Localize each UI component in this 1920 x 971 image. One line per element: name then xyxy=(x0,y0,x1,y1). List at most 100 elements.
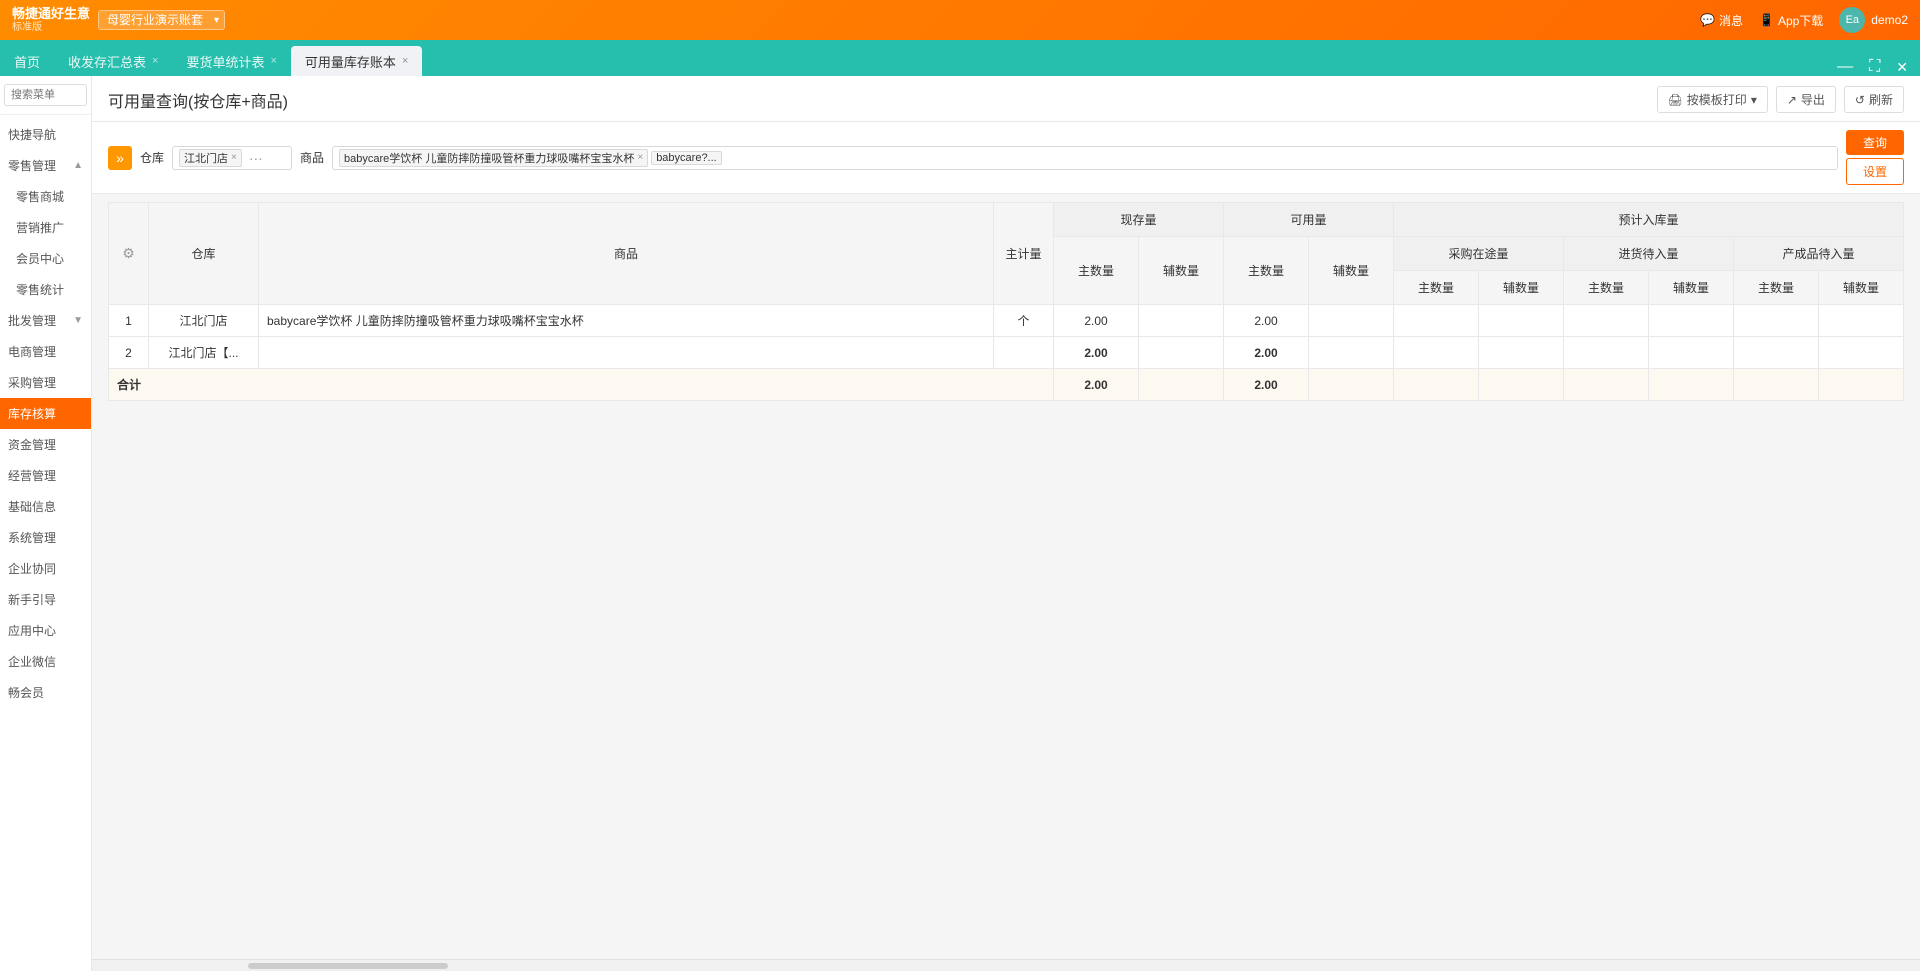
tab-summary-label: 收发存汇总表 xyxy=(68,52,146,71)
warehouse-more-btn[interactable]: ··· xyxy=(245,150,267,166)
horizontal-scrollbar[interactable] xyxy=(248,963,448,969)
th-purchase-group: 采购在途量 xyxy=(1394,237,1564,271)
page-actions: 🖨 按模板打印 ▾ ↗ 导出 ↺ 刷新 xyxy=(1657,86,1904,113)
th-current-aux: 辅数量 xyxy=(1139,237,1224,305)
sidebar-item-wechat[interactable]: 企业微信 xyxy=(0,646,91,677)
tab-order-stats-label: 要货单统计表 xyxy=(186,52,264,71)
sidebar-item-tutorial[interactable]: 新手引导 xyxy=(0,584,91,615)
cell-cur-aux-1 xyxy=(1139,305,1224,337)
cell-inc-main-1 xyxy=(1564,305,1649,337)
message-icon: 💬 xyxy=(1700,13,1715,27)
th-current-main: 主数量 xyxy=(1054,237,1139,305)
sidebar-item-member[interactable]: 会员中心 xyxy=(0,243,91,274)
product-tag-1-remove[interactable]: × xyxy=(637,152,643,163)
query-btn[interactable]: 查询 xyxy=(1846,130,1904,155)
th-forecast-group: 预计入库量 xyxy=(1394,203,1904,237)
cell-pur-aux-1 xyxy=(1479,305,1564,337)
tab-available-stock-label: 可用量库存账本 xyxy=(305,52,396,71)
filter-bar: » 仓库 江北门店 × ··· 商品 babycare学饮杯 儿童防摔防撞吸管杯… xyxy=(92,122,1920,194)
expand-filter-btn[interactable]: » xyxy=(108,146,132,170)
total-pur-aux xyxy=(1479,369,1564,401)
tab-available-stock[interactable]: 可用量库存账本 × xyxy=(291,46,422,76)
wholesale-arrow: ▼ xyxy=(73,315,83,326)
sidebar-item-retail-mall[interactable]: 零售商城 xyxy=(0,181,91,212)
th-purchase-aux: 辅数量 xyxy=(1479,271,1564,305)
th-product: 商品 xyxy=(259,203,994,305)
maximize-btn[interactable]: ⛶ xyxy=(1865,58,1884,76)
sidebar: 快捷导航 零售管理 ▲ 零售商城 营销推广 会员中心 零售统计 批发管理 ▼ xyxy=(0,76,92,971)
tab-order-stats-close[interactable]: × xyxy=(270,55,276,67)
cell-cur-aux-2 xyxy=(1139,337,1224,369)
sidebar-item-wholesale[interactable]: 批发管理 ▼ xyxy=(0,305,91,336)
scrollbar-area xyxy=(92,959,1920,971)
warehouse-tag-remove[interactable]: × xyxy=(231,152,237,163)
sidebar-item-inventory[interactable]: 库存核算 xyxy=(0,398,91,429)
cell-pur-main-1 xyxy=(1394,305,1479,337)
total-avail-aux xyxy=(1309,369,1394,401)
cell-pur-aux-2 xyxy=(1479,337,1564,369)
tab-available-stock-close[interactable]: × xyxy=(402,55,408,67)
sidebar-item-finance[interactable]: 资金管理 xyxy=(0,429,91,460)
tab-home[interactable]: 首页 xyxy=(0,46,54,76)
user-area[interactable]: Ea demo2 xyxy=(1839,7,1908,33)
cell-prod-aux-1 xyxy=(1819,305,1904,337)
th-available-group: 可用量 xyxy=(1224,203,1394,237)
logo-text: 畅捷通好生意 xyxy=(12,6,90,22)
cell-cur-main-2: 2.00 xyxy=(1054,337,1139,369)
message-btn[interactable]: 💬 消息 xyxy=(1700,12,1743,29)
sidebar-item-marketing[interactable]: 营销推广 xyxy=(0,212,91,243)
th-production-main: 主数量 xyxy=(1734,271,1819,305)
search-input[interactable] xyxy=(4,84,87,106)
app-download-btn[interactable]: 📱 App下载 xyxy=(1759,12,1823,29)
page-title: 可用量查询(按仓库+商品) xyxy=(108,88,288,112)
minimize-btn[interactable]: — xyxy=(1833,58,1857,76)
cell-warehouse-2: 江北门店【... xyxy=(149,337,259,369)
total-inc-aux xyxy=(1649,369,1734,401)
sidebar-item-shortcut[interactable]: 快捷导航 xyxy=(0,119,91,150)
cell-avail-main-1: 2.00 xyxy=(1224,305,1309,337)
tab-summary[interactable]: 收发存汇总表 × xyxy=(54,46,172,76)
cell-inc-aux-1 xyxy=(1649,305,1734,337)
th-purchase-main: 主数量 xyxy=(1394,271,1479,305)
total-cur-main: 2.00 xyxy=(1054,369,1139,401)
settings-btn[interactable]: 设置 xyxy=(1846,158,1904,185)
product-filter-container[interactable]: babycare学饮杯 儿童防摔防撞吸管杯重力球吸嘴杯宝宝水杯 × babyca… xyxy=(332,146,1838,170)
main-layout: 快捷导航 零售管理 ▲ 零售商城 营销推广 会员中心 零售统计 批发管理 ▼ xyxy=(0,76,1920,971)
close-btn[interactable]: ✕ xyxy=(1892,59,1912,76)
cell-index-2: 2 xyxy=(109,337,149,369)
product-filter-label: 商品 xyxy=(300,149,324,166)
warehouse-filter-container[interactable]: 江北门店 × ··· xyxy=(172,146,292,170)
cell-pur-main-2 xyxy=(1394,337,1479,369)
sidebar-item-enterprise[interactable]: 企业协同 xyxy=(0,553,91,584)
total-inc-main xyxy=(1564,369,1649,401)
sidebar-item-retail-mgmt[interactable]: 零售管理 ▲ xyxy=(0,150,91,181)
refresh-btn[interactable]: ↺ 刷新 xyxy=(1844,86,1904,113)
th-unit: 主计量 xyxy=(994,203,1054,305)
sidebar-item-operations[interactable]: 经营管理 xyxy=(0,460,91,491)
sidebar-item-basic-info[interactable]: 基础信息 xyxy=(0,491,91,522)
total-avail-main: 2.00 xyxy=(1224,369,1309,401)
cell-warehouse-1: 江北门店 xyxy=(149,305,259,337)
sidebar-item-purchase[interactable]: 采购管理 xyxy=(0,367,91,398)
th-current-stock-group: 现存量 xyxy=(1054,203,1224,237)
th-incoming-main: 主数量 xyxy=(1564,271,1649,305)
store-select-wrap[interactable]: 母婴行业演示账套 xyxy=(98,10,225,30)
tab-summary-close[interactable]: × xyxy=(152,55,158,67)
sidebar-item-member-pro[interactable]: 畅会员 xyxy=(0,677,91,708)
data-table: ⚙ 仓库 商品 主计量 现存量 可用量 预计入库量 主数量 辅数量 主数量 辅数… xyxy=(108,202,1904,401)
sidebar-item-retail-stats[interactable]: 零售统计 xyxy=(0,274,91,305)
gear-icon[interactable]: ⚙ xyxy=(122,245,135,261)
nav-window-actions: — ⛶ ✕ xyxy=(1833,58,1920,76)
logo-sub: 标准版 xyxy=(12,22,90,34)
sidebar-item-ecommerce[interactable]: 电商管理 xyxy=(0,336,91,367)
print-btn[interactable]: 🖨 按模板打印 ▾ xyxy=(1657,86,1768,113)
sidebar-item-app-center[interactable]: 应用中心 xyxy=(0,615,91,646)
tab-order-stats[interactable]: 要货单统计表 × xyxy=(172,46,290,76)
total-label: 合计 xyxy=(109,369,1054,401)
export-btn[interactable]: ↗ 导出 xyxy=(1776,86,1836,113)
store-select[interactable]: 母婴行业演示账套 xyxy=(98,10,225,30)
refresh-icon: ↺ xyxy=(1855,93,1865,107)
cell-product-2 xyxy=(259,337,994,369)
sidebar-item-system[interactable]: 系统管理 xyxy=(0,522,91,553)
cell-avail-aux-2 xyxy=(1309,337,1394,369)
